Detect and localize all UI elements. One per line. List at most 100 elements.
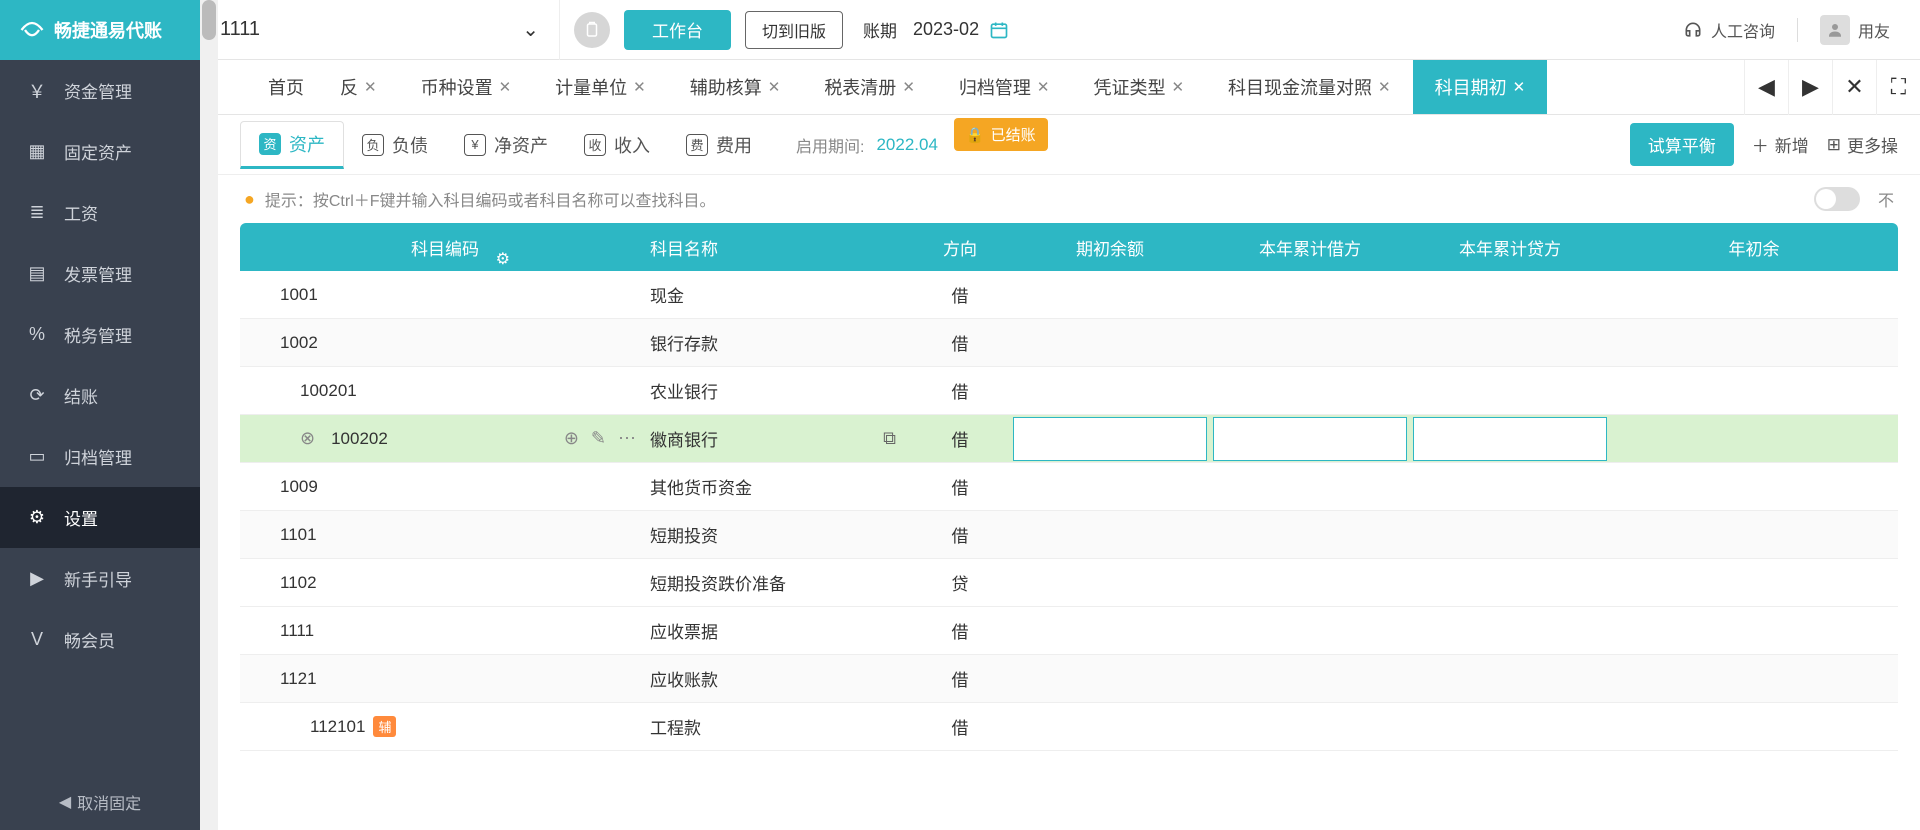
sidebar-item-guide[interactable]: ▶新手引导 [0,548,200,609]
period-value[interactable]: 2023-02 [913,19,979,40]
tabs-next-button[interactable]: ▶ [1788,60,1832,115]
col-code[interactable]: 科目编码⚙ [240,235,650,260]
table-row[interactable]: 1001现金借 [240,271,1898,319]
copy-icon[interactable]: ⧉ [883,428,910,449]
sidebar-item-label: 新手引导 [64,566,132,591]
sidebar-scrollbar[interactable] [200,0,218,830]
unpin-button[interactable]: ◀ 取消固定 [0,774,200,830]
edit-icon[interactable]: ✎ [591,428,606,449]
subtab-费用[interactable]: 费费用 [668,121,770,169]
sidebar-item-settings[interactable]: ⚙设置 [0,487,200,548]
table-row[interactable]: ⊗100202⊕✎⋯徽商银行⧉借 [240,415,1898,463]
sidebar-item-tax[interactable]: %税务管理 [0,304,200,365]
close-icon[interactable]: ✕ [1378,78,1391,96]
table-row[interactable]: 1111应收票据借 [240,607,1898,655]
table-row[interactable]: 112101辅工程款借 [240,703,1898,751]
calendar-icon[interactable] [989,20,1009,40]
clipboard-button[interactable] [574,12,610,48]
add-button[interactable]: ＋新增 [1752,132,1809,157]
col-balance[interactable]: 期初余额 [1010,235,1210,260]
tab-科目期初[interactable]: 科目期初✕ [1413,60,1548,114]
code-cell: 1002 [240,333,650,353]
entity-selector[interactable]: 1111 ⌄ [200,0,560,60]
code-cell: 1121 [240,669,650,689]
tab-归档管理[interactable]: 归档管理✕ [937,60,1072,114]
tab-bar: 首页反✕币种设置✕计量单位✕辅助核算✕税表清册✕归档管理✕凭证类型✕科目现金流量… [218,60,1920,115]
tab-税表清册[interactable]: 税表清册✕ [802,60,937,114]
tabs-expand-button[interactable]: ⛶ [1876,60,1920,115]
code-cell: 1102 [240,573,650,593]
table-row[interactable]: 1009其他货币资金借 [240,463,1898,511]
table-row[interactable]: 1101短期投资借 [240,511,1898,559]
close-icon[interactable]: ✕ [364,78,377,96]
code-cell: 112101辅 [240,716,650,737]
sidebar-item-fund[interactable]: ￥资金管理 [0,60,200,121]
close-icon[interactable]: ✕ [499,78,512,96]
debit-input[interactable] [1213,417,1407,461]
col-year[interactable]: 年初余 [1610,235,1898,260]
more-icon[interactable]: ⋯ [618,428,636,449]
chevron-down-icon: ⌄ [522,17,539,42]
tab-label: 计量单位 [555,74,627,100]
more-ops-button[interactable]: ⊞更多操 [1827,132,1898,157]
table-row[interactable]: 100201农业银行借 [240,367,1898,415]
close-icon[interactable]: ✕ [902,78,915,96]
sidebar-item-vip[interactable]: V畅会员 [0,609,200,670]
subtab-资产[interactable]: 资资产 [240,121,344,169]
tab-计量单位[interactable]: 计量单位 ✕ [533,60,668,114]
fund-icon: ￥ [26,80,48,102]
sidebar-item-label: 结账 [64,383,98,408]
table-row[interactable]: 1102短期投资跌价准备贷 [240,559,1898,607]
name-cell: 工程款 [650,714,910,739]
dir-cell: 借 [910,522,1010,547]
topbar: 畅捷通易代账 1111 ⌄ 工作台 切到旧版 账期 2023-02 人工咨询 [0,0,1920,60]
headset-icon [1683,20,1703,40]
tab-label: 科目现金流量对照 [1228,74,1372,100]
add-icon[interactable]: ⊕ [564,428,579,449]
sidebar-item-salary[interactable]: ≣工资 [0,182,200,243]
table-row[interactable]: 1002银行存款借 [240,319,1898,367]
name-cell: 银行存款 [650,330,910,355]
sidebar-item-asset[interactable]: ▦固定资产 [0,121,200,182]
col-dir[interactable]: 方向 [910,235,1010,260]
tab-首页[interactable]: 首页 [246,60,318,114]
category-icon: 资 [259,133,281,155]
tab-币种设置[interactable]: 币种设置 ✕ [399,60,534,114]
tab-label: 首页 [268,74,304,100]
tab-label: 币种设置 [421,74,493,100]
subtab-净资产[interactable]: ¥净资产 [446,121,566,169]
workbench-button[interactable]: 工作台 [624,10,731,50]
col-credit[interactable]: 本年累计贷方 [1410,235,1610,260]
close-icon[interactable]: ✕ [768,78,781,96]
tab-凭证类型[interactable]: 凭证类型✕ [1071,60,1206,114]
subtab-负债[interactable]: 负负债 [344,121,446,169]
close-icon[interactable]: ✕ [1037,78,1050,96]
tab-辅助核算[interactable]: 辅助核算✕ [668,60,803,114]
asset-icon: ▦ [26,141,48,163]
support-link[interactable]: 人工咨询 [1683,18,1775,42]
subtab-收入[interactable]: 收收入 [566,121,668,169]
tabs-prev-button[interactable]: ◀ [1744,60,1788,115]
enable-period-value: 2022.04 [876,135,937,155]
gear-icon[interactable]: ⚙ [496,249,510,269]
toggle-switch[interactable] [1814,187,1860,211]
delete-icon[interactable]: ⊗ [300,428,315,449]
trial-balance-button[interactable]: 试算平衡 [1630,123,1734,166]
switch-old-button[interactable]: 切到旧版 [745,11,843,49]
credit-input[interactable] [1413,417,1607,461]
balance-input[interactable] [1013,417,1207,461]
sidebar-item-close[interactable]: ⟳结账 [0,365,200,426]
entity-name: 1111 [220,18,260,41]
close-icon[interactable]: ✕ [1171,78,1184,96]
tabs-close-button[interactable]: ✕ [1832,60,1876,115]
tab-反[interactable]: 反✕ [318,60,399,114]
col-name[interactable]: 科目名称 [650,235,910,260]
tab-科目现金流量对照[interactable]: 科目现金流量对照 ✕ [1206,60,1413,114]
sidebar-item-archive[interactable]: ▭归档管理 [0,426,200,487]
user-menu[interactable]: 用友 [1820,15,1890,45]
sidebar-item-invoice[interactable]: ▤发票管理 [0,243,200,304]
col-debit[interactable]: 本年累计借方 [1210,235,1410,260]
close-icon[interactable]: ✕ [1513,78,1526,96]
table-row[interactable]: 1121应收账款借 [240,655,1898,703]
close-icon[interactable]: ✕ [633,78,646,96]
